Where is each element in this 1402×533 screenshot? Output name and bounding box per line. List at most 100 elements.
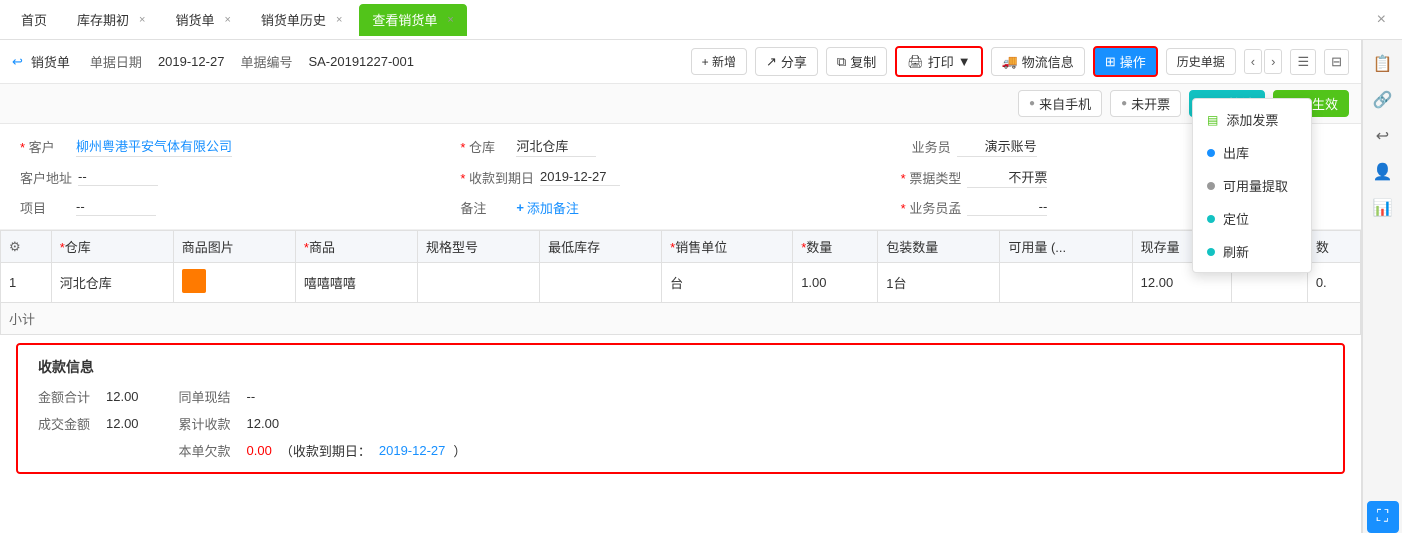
copy-button[interactable]: ⧉ 复制	[826, 47, 887, 76]
project-value: --	[76, 199, 156, 216]
th-spec: 规格型号	[417, 231, 539, 263]
sales-label: 业务员孟	[901, 198, 962, 217]
dropdown-outstock[interactable]: 出库	[1193, 136, 1311, 169]
avail-qty-dot	[1207, 182, 1215, 190]
note-label: 备注	[460, 198, 510, 217]
sidebar-refresh-icon[interactable]: ↩	[1367, 120, 1399, 152]
ticket-value: 不开票	[967, 167, 1047, 188]
warehouse-value: 河北仓库	[516, 136, 596, 157]
payment-title: 收款信息	[38, 357, 1323, 377]
tab-home-label: 首页	[21, 10, 47, 29]
th-warehouse: *仓库	[51, 231, 173, 263]
prev-arrow[interactable]: ‹	[1244, 49, 1262, 74]
form-row-3: 项目 -- 备注 添加备注 业务员孟 --	[20, 198, 1341, 217]
locate-dot	[1207, 215, 1215, 223]
address-label: 客户地址	[20, 168, 72, 187]
row-qty: 1.00	[793, 263, 878, 303]
next-arrow[interactable]: ›	[1264, 49, 1282, 74]
history-button[interactable]: 历史单据	[1166, 48, 1236, 75]
dropdown-add-invoice[interactable]: ▤ 添加发票	[1193, 103, 1311, 136]
th-other: 数	[1307, 231, 1360, 263]
table-wrapper: ⚙ *仓库 商品图片 *商品 规格型号 最低库存 *销售单位 *数量 包装数量 …	[0, 230, 1361, 335]
tab-home[interactable]: 首页	[8, 4, 60, 36]
from-phone-button[interactable]: 来自手机	[1018, 90, 1102, 117]
settings-icon[interactable]: ⚙	[9, 239, 21, 254]
th-settings[interactable]: ⚙	[1, 231, 52, 263]
th-unit: *销售单位	[662, 231, 793, 263]
right-sidebar: 📋 🔗 ↩ 👤 📊 ⛶	[1362, 40, 1402, 533]
tab-bar: 首页 库存期初 × 销货单 × 销货单历史 × 查看销货单 × ×	[0, 0, 1402, 40]
sidebar-doc-icon[interactable]: 📋	[1367, 48, 1399, 80]
sidebar-chart-icon[interactable]: 📊	[1367, 192, 1399, 224]
window-close-button[interactable]: ×	[1369, 11, 1394, 29]
customer-value[interactable]: 柳州粤港平安气体有限公司	[76, 136, 232, 157]
logistics-button[interactable]: 🚚 物流信息	[991, 47, 1085, 76]
share-button[interactable]: ↗ 分享	[755, 47, 818, 76]
doc-title: 销货单	[31, 52, 70, 71]
dropdown-avail-qty[interactable]: 可用量提取	[1193, 169, 1311, 202]
row-warehouse: 河北仓库	[51, 263, 173, 303]
transaction-row: 成交金额 12.00	[38, 414, 139, 433]
owed-label: 本单欠款	[179, 441, 239, 460]
row-avail-qty	[1000, 263, 1132, 303]
sidebar-link-icon[interactable]: 🔗	[1367, 84, 1399, 116]
th-min-stock: 最低库存	[540, 231, 662, 263]
row-other: 0.	[1307, 263, 1360, 303]
payment-col-left: 金额合计 12.00 成交金额 12.00	[38, 387, 139, 460]
print-arrow: ▼	[958, 54, 971, 69]
operation-button[interactable]: ⊞ 操作	[1093, 46, 1158, 77]
tab-inventory[interactable]: 库存期初 ×	[64, 4, 158, 36]
add-button[interactable]: + 新增	[691, 48, 747, 75]
add-invoice-label: 添加发票	[1226, 110, 1278, 129]
cumulative-label: 累计收款	[179, 414, 239, 433]
not-opened-button[interactable]: 未开票	[1110, 90, 1181, 117]
row-pack-qty: 1台	[878, 263, 1000, 303]
ticket-label: 票据类型	[901, 168, 962, 187]
no-value: SA-20191227-001	[308, 54, 414, 69]
tab-view-sales[interactable]: 查看销货单 ×	[359, 4, 466, 36]
not-opened-label: 未开票	[1131, 94, 1170, 113]
logistics-icon: 🚚	[1002, 54, 1018, 70]
dropdown-refresh[interactable]: 刷新	[1193, 235, 1311, 268]
tab-view-sales-close[interactable]: ×	[447, 14, 453, 26]
dropdown-locate[interactable]: 定位	[1193, 202, 1311, 235]
tab-sales-close[interactable]: ×	[224, 14, 230, 26]
note-field: 备注 添加备注	[460, 198, 900, 217]
due-date-field: 收款到期日 2019-12-27	[460, 168, 900, 187]
grid-view-btn[interactable]: ☰	[1290, 49, 1316, 75]
form-row-2: 客户地址 -- 收款到期日 2019-12-27 票据类型 不开票	[20, 167, 1341, 188]
product-thumbnail	[182, 269, 206, 293]
no-label: 单据编号	[240, 52, 292, 71]
cumulative-value: 12.00	[247, 416, 280, 431]
print-icon: 🖨	[907, 54, 924, 70]
th-image: 商品图片	[173, 231, 295, 263]
refresh-label: 刷新	[1223, 242, 1249, 261]
tab-sales[interactable]: 销货单 ×	[162, 4, 243, 36]
same-order-value: --	[247, 389, 256, 404]
form-section: 客户 柳州粤港平安气体有限公司 仓库 河北仓库 业务员 演示账号 客户地址 --	[0, 124, 1361, 230]
same-order-row: 同单现结 --	[179, 387, 467, 406]
tab-inventory-label: 库存期初	[77, 10, 129, 29]
list-view-btn[interactable]: ⊟	[1324, 49, 1349, 75]
invoice-icon: ▤	[1207, 113, 1218, 127]
operation-dropdown: ▤ 添加发票 出库 可用量提取 定位 刷新	[1192, 98, 1312, 273]
table-header-row: ⚙ *仓库 商品图片 *商品 规格型号 最低库存 *销售单位 *数量 包装数量 …	[1, 231, 1361, 263]
sales-value: --	[967, 199, 1047, 216]
date-value: 2019-12-27	[158, 54, 225, 69]
sidebar-user-icon[interactable]: 👤	[1367, 156, 1399, 188]
tab-sales-history[interactable]: 销货单历史 ×	[248, 4, 355, 36]
table-row: 1 河北仓库 嘻嘻嘻嘻 台 1.00 1台 12.00 0.	[1, 263, 1361, 303]
owed-value: 0.00	[247, 443, 272, 458]
tab-sales-history-close[interactable]: ×	[336, 14, 342, 26]
print-button[interactable]: 🖨 打印 ▼	[895, 46, 982, 77]
project-label: 项目	[20, 198, 70, 217]
due-date-value: 2019-12-27	[540, 169, 620, 186]
tab-inventory-close[interactable]: ×	[139, 14, 145, 26]
row-unit: 台	[662, 263, 793, 303]
total-value: 12.00	[106, 389, 139, 404]
transaction-value: 12.00	[106, 416, 139, 431]
row-spec	[417, 263, 539, 303]
refresh-dot	[1207, 248, 1215, 256]
sidebar-expand-icon[interactable]: ⛶	[1367, 501, 1399, 533]
add-note-button[interactable]: 添加备注	[516, 198, 579, 217]
